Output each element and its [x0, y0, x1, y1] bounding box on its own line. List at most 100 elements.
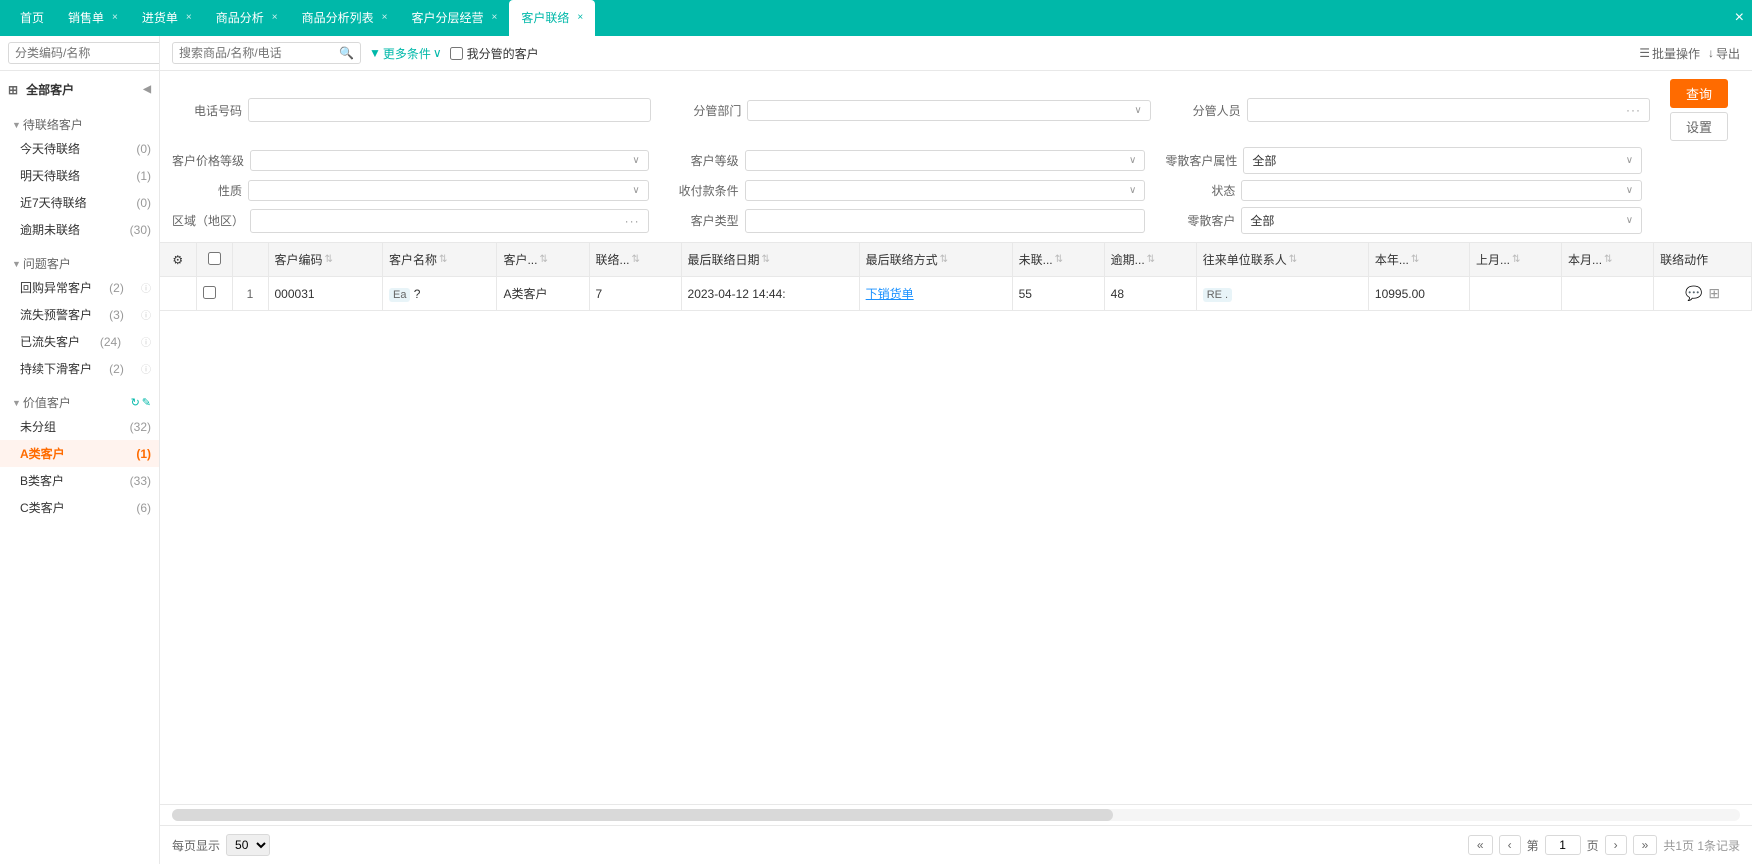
- th-last-date[interactable]: 最后联络日期 ⇅: [681, 243, 859, 277]
- my-customers-check-input[interactable]: [450, 47, 463, 60]
- close-tab-customer-contact[interactable]: ×: [577, 0, 583, 36]
- td-gear: [160, 277, 196, 311]
- phone-input[interactable]: [248, 98, 651, 122]
- export-icon: ↓: [1708, 46, 1714, 60]
- td-last-month: [1470, 277, 1562, 311]
- nature-select[interactable]: ∨: [248, 180, 649, 201]
- last-page-button[interactable]: »: [1633, 835, 1658, 855]
- sort-unit-contacts-icon: ⇅: [1289, 254, 1297, 265]
- region-select[interactable]: ···: [250, 209, 649, 233]
- customer-level-select[interactable]: ∨: [745, 150, 1146, 171]
- price-level-select[interactable]: ∨: [250, 150, 649, 171]
- filter-search-icon[interactable]: 🔍: [339, 46, 354, 60]
- th-this-month[interactable]: 本月... ⇅: [1562, 243, 1654, 277]
- sidebar-search-input[interactable]: [8, 42, 160, 64]
- row-qr-icon[interactable]: ⊞: [1708, 285, 1720, 302]
- th-this-year[interactable]: 本年... ⇅: [1368, 243, 1469, 277]
- more-filters-button[interactable]: ▼ 更多条件 ∨: [369, 45, 442, 62]
- sidebar-item-overdue[interactable]: 逾期未联络 (30): [0, 216, 159, 243]
- filter-status: 状态 ∨: [1165, 180, 1642, 201]
- scrollbar-thumb[interactable]: [172, 809, 1113, 821]
- sidebar-item-tomorrow[interactable]: 明天待联络 (1): [0, 162, 159, 189]
- retail-customer-chevron-icon: ∨: [1626, 215, 1633, 226]
- retail-attr-select[interactable]: 全部 ∨: [1243, 147, 1642, 174]
- select-all-checkbox[interactable]: [208, 252, 221, 265]
- manager-select[interactable]: ···: [1247, 98, 1650, 122]
- th-unit-contacts[interactable]: 往来单位联系人 ⇅: [1196, 243, 1368, 277]
- tab-sales[interactable]: 销售单 ×: [56, 0, 130, 36]
- page-size-select[interactable]: 50: [226, 834, 270, 856]
- settings-button[interactable]: 设置: [1670, 112, 1728, 141]
- th-customer-category[interactable]: 客户... ⇅: [497, 243, 589, 277]
- next-page-button[interactable]: ›: [1605, 835, 1627, 855]
- status-select[interactable]: ∨: [1241, 180, 1642, 201]
- payment-chevron-icon: ∨: [1129, 185, 1136, 196]
- sidebar-item-repurchase-anomaly[interactable]: 回购异常客户 (2) ⓘ: [0, 274, 159, 301]
- close-tab-sales[interactable]: ×: [112, 0, 118, 36]
- sidebar-item-today[interactable]: 今天待联络 (0): [0, 135, 159, 162]
- prev-page-button[interactable]: ‹: [1499, 835, 1521, 855]
- manager-dots-icon: ···: [1626, 103, 1641, 117]
- td-code: 000031: [268, 277, 382, 311]
- th-customer-name[interactable]: 客户名称 ⇅: [382, 243, 496, 277]
- department-select[interactable]: ∨: [747, 100, 1150, 121]
- sidebar-item-churned[interactable]: 已流失客户 (24) ⓘ: [0, 328, 159, 355]
- tab-product-analysis[interactable]: 商品分析 ×: [204, 0, 290, 36]
- value-group-refresh-btn[interactable]: ↻: [131, 396, 140, 409]
- batch-icon: ☰: [1639, 46, 1650, 60]
- payment-select[interactable]: ∨: [745, 180, 1146, 201]
- first-page-button[interactable]: «: [1468, 835, 1493, 855]
- tab-home[interactable]: 首页: [8, 0, 56, 36]
- retail-customer-select[interactable]: 全部 ∨: [1241, 207, 1642, 234]
- th-gear[interactable]: ⚙: [160, 243, 196, 277]
- tab-customer-tier[interactable]: 客户分层经营 ×: [399, 0, 509, 36]
- phone-text-input[interactable]: [257, 103, 642, 117]
- sidebar-item-churn-warning[interactable]: 流失预警客户 (3) ⓘ: [0, 301, 159, 328]
- filter-search-input[interactable]: [179, 46, 339, 60]
- customer-type-input[interactable]: [745, 209, 1146, 233]
- filter-bar: 🔍 ▼ 更多条件 ∨ 我分管的客户 ☰ 批量操作 ↓ 导出: [160, 36, 1752, 71]
- export-button[interactable]: ↓ 导出: [1708, 45, 1740, 62]
- scrollbar-track[interactable]: [172, 809, 1740, 821]
- th-last-method[interactable]: 最后联络方式 ⇅: [859, 243, 1012, 277]
- th-last-month[interactable]: 上月... ⇅: [1470, 243, 1562, 277]
- close-tab-purchase[interactable]: ×: [186, 0, 192, 36]
- advanced-filter: 电话号码 分管部门 ∨ 分管人员: [160, 71, 1752, 243]
- th-overdue[interactable]: 逾期... ⇅: [1104, 243, 1196, 277]
- th-contact[interactable]: 联络... ⇅: [589, 243, 681, 277]
- sidebar-item-class-b[interactable]: B类客户 (33): [0, 467, 159, 494]
- filter-row-4: 区域（地区） ··· 客户类型 零散客户: [172, 207, 1740, 234]
- sidebar-group-pending[interactable]: ▼ 待联络客户: [0, 112, 159, 135]
- horizontal-scrollbar[interactable]: [160, 804, 1752, 825]
- close-tab-product-analysis-list[interactable]: ×: [382, 0, 388, 36]
- customer-type-text-input[interactable]: [754, 214, 1137, 228]
- last-method-link[interactable]: 下销货单: [866, 287, 914, 301]
- sidebar-group-value[interactable]: ▼ 价值客户 ↻ ✎: [0, 390, 159, 413]
- th-customer-code[interactable]: 客户编码 ⇅: [268, 243, 382, 277]
- value-group-edit-btn[interactable]: ✎: [142, 396, 151, 409]
- tab-customer-contact[interactable]: 客户联络 ×: [509, 0, 595, 36]
- action-buttons: 查询 设置: [1658, 79, 1740, 141]
- filter-search-box: 🔍: [172, 42, 361, 64]
- sidebar-item-class-a[interactable]: A类客户 (1): [0, 440, 159, 467]
- tab-product-analysis-list[interactable]: 商品分析列表 ×: [290, 0, 400, 36]
- batch-operation-button[interactable]: ☰ 批量操作: [1639, 45, 1700, 62]
- close-tab-product-analysis[interactable]: ×: [272, 0, 278, 36]
- query-button[interactable]: 查询: [1670, 79, 1728, 108]
- sidebar-item-class-c[interactable]: C类客户 (6): [0, 494, 159, 521]
- sidebar-item-7days[interactable]: 近7天待联络 (0): [0, 189, 159, 216]
- th-no-contact[interactable]: 未联... ⇅: [1012, 243, 1104, 277]
- th-check[interactable]: [196, 243, 232, 277]
- sidebar-group-problem[interactable]: ▼ 问题客户: [0, 251, 159, 274]
- close-tab-customer-tier[interactable]: ×: [491, 0, 497, 36]
- row-message-icon[interactable]: 💬: [1685, 285, 1702, 302]
- row-checkbox[interactable]: [203, 286, 216, 299]
- my-customers-checkbox[interactable]: 我分管的客户: [450, 45, 539, 62]
- sidebar-item-unclassified[interactable]: 未分组 (32): [0, 413, 159, 440]
- sidebar-all-customers-header[interactable]: ⊞ 全部客户 ◀: [0, 75, 159, 104]
- tab-purchase[interactable]: 进货单 ×: [130, 0, 204, 36]
- sort-no-contact-icon: ⇅: [1055, 254, 1063, 265]
- page-number-input[interactable]: [1545, 835, 1581, 855]
- sidebar-item-declining[interactable]: 持续下滑客户 (2) ⓘ: [0, 355, 159, 382]
- close-all-button[interactable]: ×: [1735, 9, 1744, 27]
